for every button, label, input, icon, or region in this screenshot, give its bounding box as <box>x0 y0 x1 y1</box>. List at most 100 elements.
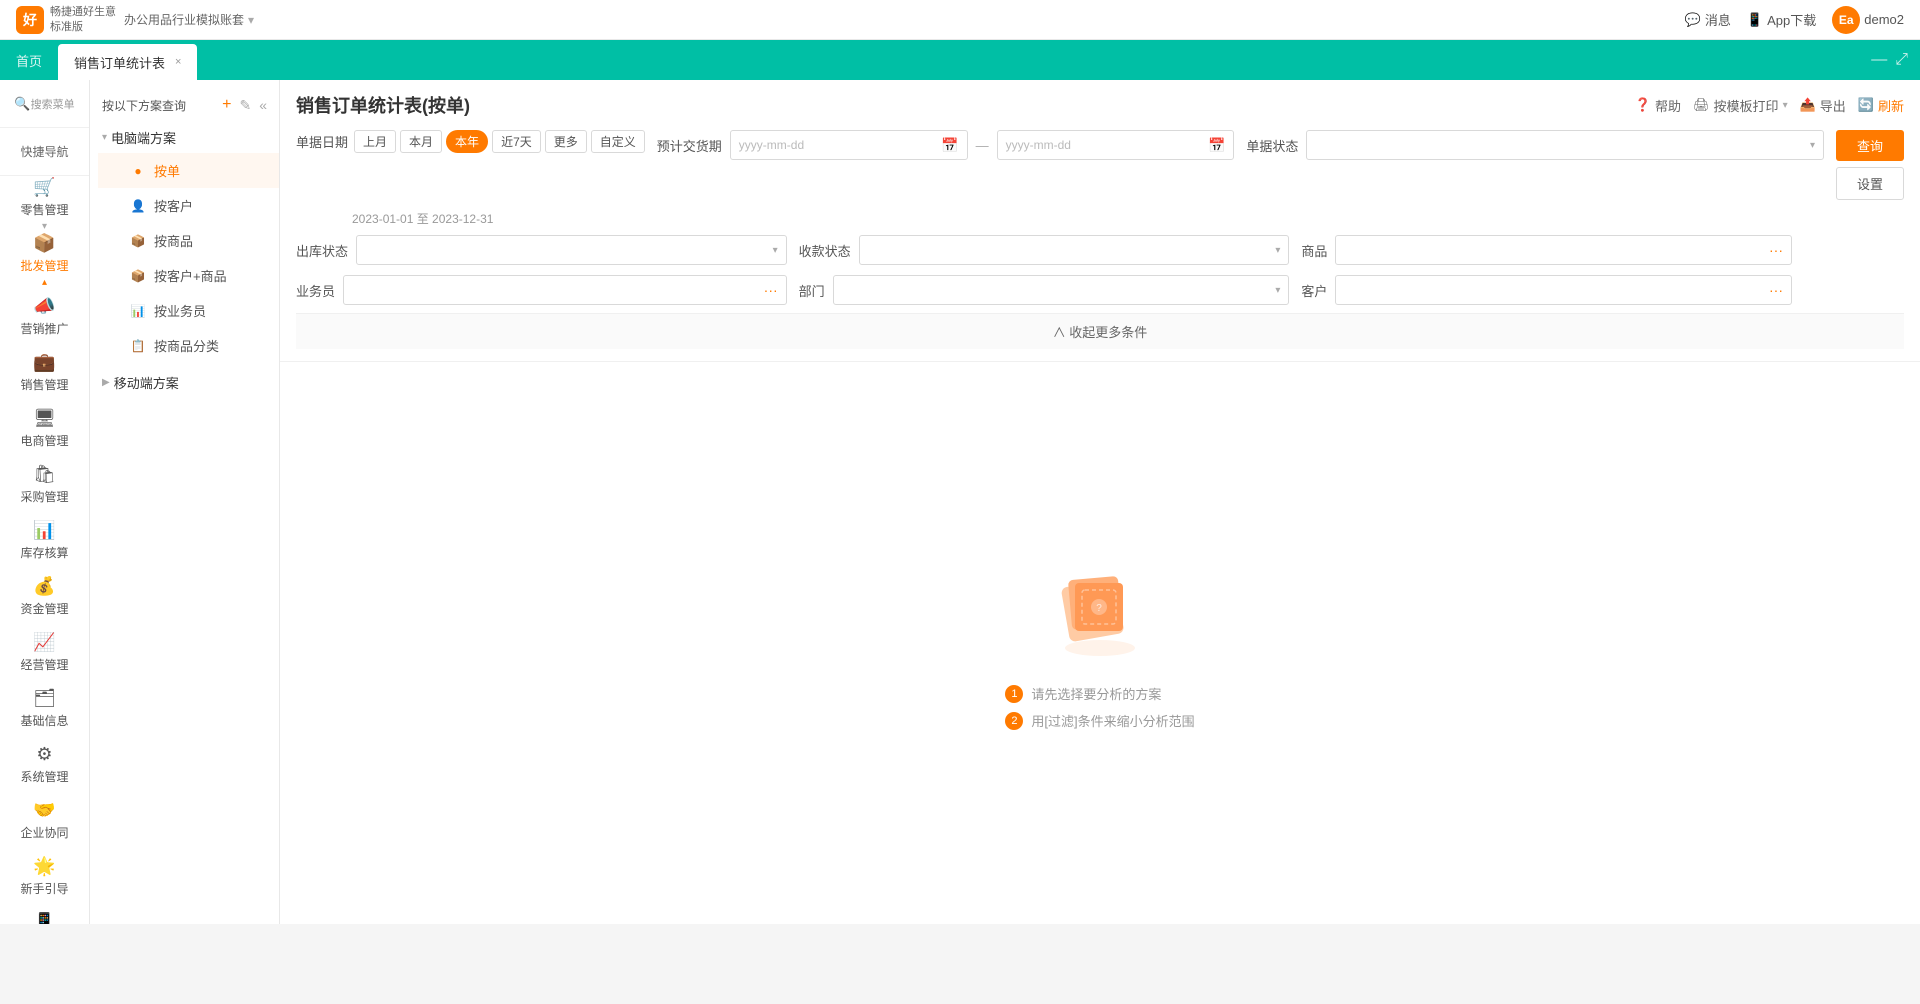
department-select[interactable]: ▾ <box>833 275 1290 305</box>
marketing-icon: 📣 <box>33 296 55 317</box>
sidebar-item-wholesale[interactable]: 📦 批发管理 ▴ <box>0 232 89 288</box>
payment-status-select[interactable]: ▾ <box>859 235 1290 265</box>
sidebar: 🔍 搜索菜单 快捷导航 🛒 零售管理 ▾ 📦 批发管理 ▴ 📣 营销推广 💼 销… <box>0 80 90 924</box>
product-more-dots[interactable]: ··· <box>1769 242 1783 258</box>
sidebar-item-inventory[interactable]: 📊 库存核算 <box>0 512 89 568</box>
sidebar-item-operation[interactable]: 📈 经营管理 <box>0 624 89 680</box>
logo-text: 畅捷通好生意 标准版 <box>50 5 116 34</box>
salesperson-select[interactable]: ··· <box>343 275 787 305</box>
collapse-conditions-btn[interactable]: ∧ 收起更多条件 <box>296 313 1904 349</box>
customer-more-dots[interactable]: ··· <box>1769 282 1783 298</box>
salesperson-more-dots[interactable]: ··· <box>764 282 778 298</box>
doc-status-select[interactable]: ▾ <box>1306 130 1824 160</box>
customer-select[interactable]: ··· <box>1335 275 1792 305</box>
refresh-label: 刷新 <box>1878 96 1904 115</box>
query-button[interactable]: 查询 <box>1836 130 1904 161</box>
user-action[interactable]: Ea demo2 <box>1832 6 1904 34</box>
breadcrumb-text: 办公用品行业模拟账套 <box>124 11 244 28</box>
sidebar-quick-nav[interactable]: 快捷导航 <box>0 128 89 176</box>
sidebar-item-marketing[interactable]: 📣 营销推广 <box>0 288 89 344</box>
tab-active-label: 销售订单统计表 <box>74 53 165 72</box>
retail-label: 零售管理 <box>20 201 68 218</box>
tab-home[interactable]: 首页 <box>0 40 58 80</box>
product-select[interactable]: ··· <box>1335 235 1792 265</box>
tab-close-icon[interactable]: × <box>175 56 181 68</box>
wholesale-label: 批发管理 <box>20 257 68 274</box>
scheme-item-cust-prod-label: 按客户+商品 <box>154 266 227 285</box>
sidebar-item-basic[interactable]: 🗂 基础信息 <box>0 680 89 736</box>
print-icon: 🖨 <box>1693 97 1710 113</box>
page-title: 销售订单统计表(按单) <box>296 92 470 118</box>
help-label: 帮助 <box>1655 96 1681 115</box>
sidebar-item-appcenter[interactable]: 📱 应用中心 <box>0 904 89 924</box>
sidebar-item-retail[interactable]: 🛒 零售管理 ▾ <box>0 176 89 232</box>
help-btn[interactable]: ❓ 帮助 <box>1635 96 1681 115</box>
tab-minimize-btn[interactable]: — <box>1871 51 1887 69</box>
shipment-status-select[interactable]: ▾ <box>356 235 787 265</box>
date-btn-this-month[interactable]: 本月 <box>400 130 442 153</box>
date-btn-last-7-days[interactable]: 近7天 <box>492 130 541 153</box>
sidebar-item-ecommerce[interactable]: 🖥 电商管理 <box>0 400 89 456</box>
sidebar-item-system[interactable]: ⚙ 系统管理 <box>0 736 89 792</box>
template-print-label: 按模板打印 <box>1714 96 1779 115</box>
scheme-add-btn[interactable]: + <box>222 96 231 114</box>
scheme-group-mobile[interactable]: ▶ 移动端方案 <box>90 367 279 398</box>
action-buttons: 查询 设置 <box>1836 130 1904 200</box>
scheme-item-product-label: 按商品 <box>154 231 193 250</box>
scheme-item-by-product[interactable]: 📦 按商品 <box>98 223 279 258</box>
purchase-label: 采购管理 <box>20 488 68 505</box>
doc-status-label: 单据状态 <box>1246 136 1298 155</box>
refresh-btn[interactable]: 🔄 刷新 <box>1858 96 1904 115</box>
sidebar-item-finance[interactable]: 💰 资金管理 <box>0 568 89 624</box>
scheme-item-by-customer-product[interactable]: 📦 按客户+商品 <box>98 258 279 293</box>
message-label: 消息 <box>1705 10 1731 29</box>
message-action[interactable]: 💬 消息 <box>1685 10 1731 29</box>
empty-step-1: 1 请先选择要分析的方案 <box>1005 684 1194 703</box>
scheme-item-by-customer[interactable]: 👤 按客户 <box>98 188 279 223</box>
sidebar-item-newuser[interactable]: 🌟 新手引导 <box>0 848 89 904</box>
filter-section: 销售订单统计表(按单) ❓ 帮助 🖨 按模板打印 ▾ 📤 <box>280 80 1920 362</box>
main-layout: 🔍 搜索菜单 快捷导航 🛒 零售管理 ▾ 📦 批发管理 ▴ 📣 营销推广 💼 销… <box>0 80 1920 924</box>
date-label: 单据日期 <box>296 132 348 151</box>
export-btn[interactable]: 📤 导出 <box>1800 96 1846 115</box>
app-download-action[interactable]: 📱 App下载 <box>1747 10 1816 29</box>
date-btn-this-year[interactable]: 本年 <box>446 130 488 153</box>
sidebar-item-purchase[interactable]: 🛍 采购管理 <box>0 456 89 512</box>
step-1-text: 请先选择要分析的方案 <box>1031 684 1161 703</box>
sidebar-item-enterprise[interactable]: 🤝 企业协同 <box>0 792 89 848</box>
scheme-group-desktop[interactable]: ▾ 电脑端方案 <box>90 122 279 153</box>
date-btn-custom[interactable]: 自定义 <box>591 130 645 153</box>
right-panel: 销售订单统计表(按单) ❓ 帮助 🖨 按模板打印 ▾ 📤 <box>280 80 1920 924</box>
empty-svg: ? <box>1040 548 1160 668</box>
doc-status-arrow-icon: ▾ <box>1810 140 1815 151</box>
date-btn-more[interactable]: 更多 <box>545 130 587 153</box>
scheme-item-by-category[interactable]: 📋 按商品分类 <box>98 328 279 363</box>
empty-text: 1 请先选择要分析的方案 2 用[过滤]条件来缩小分析范围 <box>1005 684 1194 738</box>
setting-button[interactable]: 设置 <box>1836 167 1904 200</box>
breadcrumb-area: 办公用品行业模拟账套 ▾ <box>124 11 254 28</box>
tab-active[interactable]: 销售订单统计表 × <box>58 44 197 80</box>
sidebar-search[interactable]: 🔍 搜索菜单 <box>0 80 89 128</box>
page-header: 销售订单统计表(按单) ❓ 帮助 🖨 按模板打印 ▾ 📤 <box>296 92 1904 118</box>
delivery-date-start[interactable]: yyyy-mm-dd 📅 <box>730 130 968 160</box>
breadcrumb-arrow-icon[interactable]: ▾ <box>248 13 254 27</box>
scheme-item-by-salesperson[interactable]: 📊 按业务员 <box>98 293 279 328</box>
top-bar-left: 好 畅捷通好生意 标准版 办公用品行业模拟账套 ▾ <box>16 5 254 34</box>
scheme-collapse-btn[interactable]: « <box>259 97 267 113</box>
customer-label: 客户 <box>1301 281 1327 300</box>
marketing-label: 营销推广 <box>20 320 68 337</box>
page-actions: ❓ 帮助 🖨 按模板打印 ▾ 📤 导出 🔄 <box>1635 96 1904 115</box>
date-btn-last-month[interactable]: 上月 <box>354 130 396 153</box>
sidebar-item-sales[interactable]: 💼 销售管理 <box>0 344 89 400</box>
basic-icon: 🗂 <box>33 688 56 709</box>
scheme-item-by-order[interactable]: ● 按单 <box>98 153 279 188</box>
scheme-edit-btn[interactable]: ✎ <box>239 97 251 114</box>
template-print-btn[interactable]: 🖨 按模板打印 ▾ <box>1693 96 1788 115</box>
retail-expand-icon: ▾ <box>42 221 47 232</box>
date-separator: — <box>976 138 989 153</box>
scheme-group-arrow-mobile: ▶ <box>102 377 110 388</box>
ecommerce-label: 电商管理 <box>20 432 68 449</box>
delivery-date-end[interactable]: yyyy-mm-dd 📅 <box>997 130 1235 160</box>
tab-maximize-btn[interactable]: ⤢ <box>1895 51 1908 69</box>
delivery-date-start-placeholder: yyyy-mm-dd <box>739 138 941 152</box>
